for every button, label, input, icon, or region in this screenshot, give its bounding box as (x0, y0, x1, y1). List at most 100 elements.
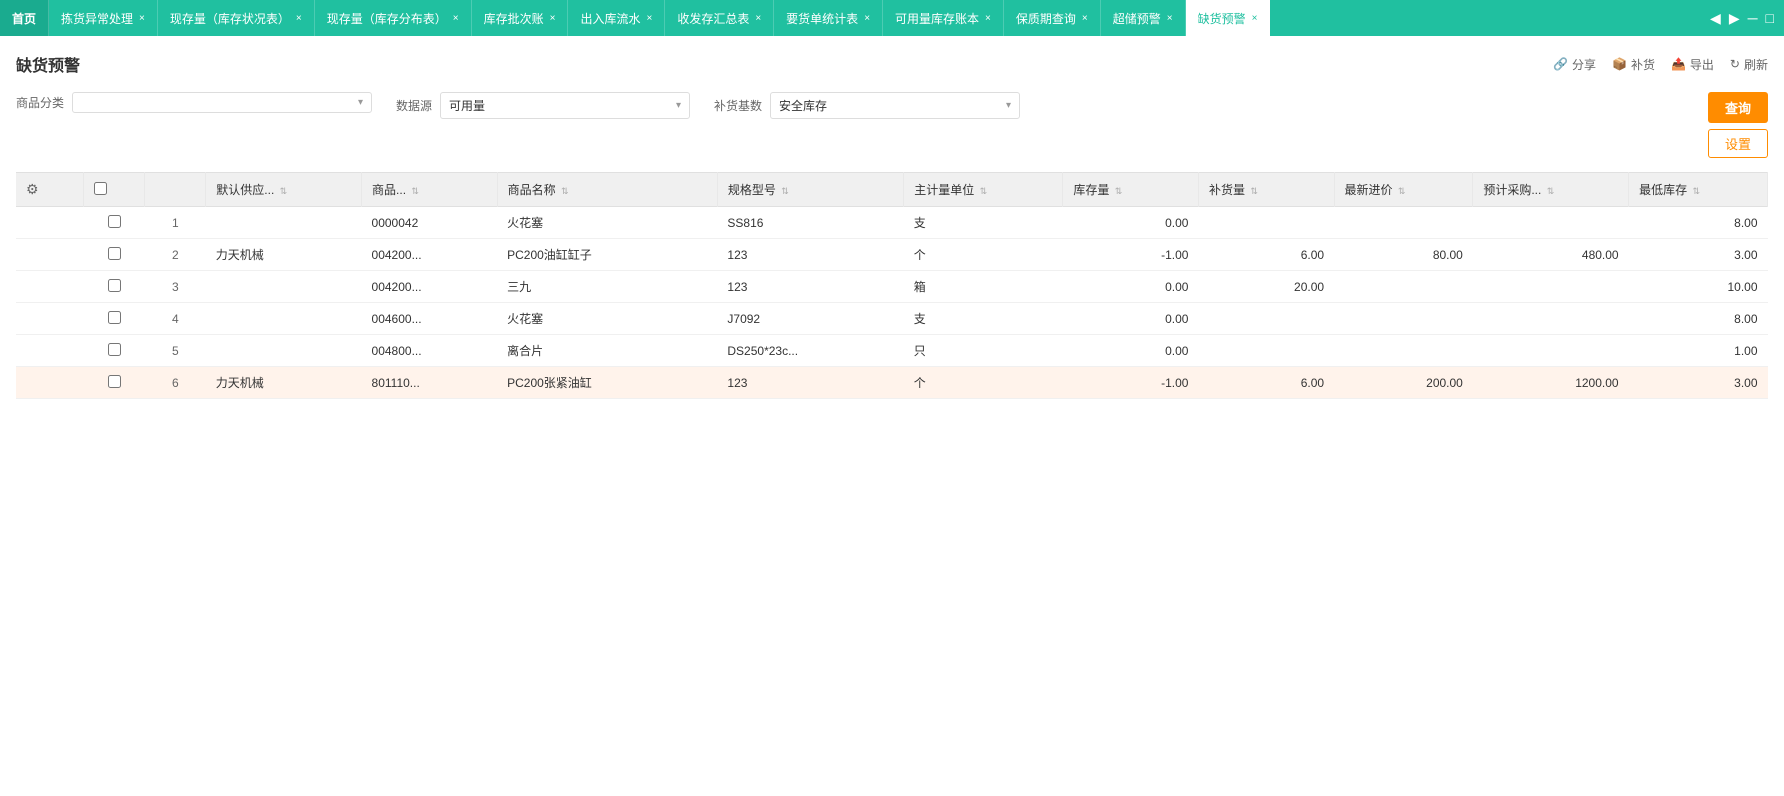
col-latest-price-sort-icon: ⇅ (1398, 186, 1406, 196)
tab-available-label: 可用量库存账本 (895, 10, 979, 27)
row-unit: 个 (904, 367, 1063, 399)
row-checkbox[interactable] (108, 311, 121, 324)
col-replenish[interactable]: 补货量 ⇅ (1198, 173, 1334, 207)
col-est-purchase[interactable]: 预计采购... ⇅ (1473, 173, 1629, 207)
tab-overstock[interactable]: 超储预警 × (1101, 0, 1186, 36)
tab-abnormal-close[interactable]: × (139, 13, 145, 24)
tab-prev-button[interactable]: ◀ (1706, 8, 1725, 29)
tab-minimize-button[interactable]: ─ (1744, 8, 1762, 28)
tab-stock1-label: 现存量（库存状况表） (170, 10, 290, 27)
page-header: 缺货预警 🔗 分享 📦 补货 📤 导出 ↻ 刷新 (16, 52, 1768, 76)
tab-collect-label: 收发存汇总表 (677, 10, 749, 27)
tab-stock1-close[interactable]: × (296, 13, 302, 24)
col-spec[interactable]: 规格型号 ⇅ (717, 173, 903, 207)
col-supplier-sort-icon: ⇅ (280, 186, 288, 196)
row-supplier (206, 271, 362, 303)
col-name[interactable]: 商品名称 ⇅ (497, 173, 717, 207)
tab-stock1[interactable]: 现存量（库存状况表） × (158, 0, 315, 36)
replenish-base-select[interactable]: 安全库存 ▾ (770, 92, 1020, 119)
table-row: 2 力天机械 004200... PC200油缸缸子 123 个 -1.00 6… (16, 239, 1768, 271)
row-checkbox-cell (84, 207, 145, 239)
tab-shortage[interactable]: 缺货预警 × (1186, 0, 1271, 36)
row-code: 004200... (362, 239, 498, 271)
table-row: 4 004600... 火花塞 J7092 支 0.00 8.00 (16, 303, 1768, 335)
tab-maximize-button[interactable]: □ (1762, 8, 1778, 28)
row-name: PC200张紧油缸 (497, 367, 717, 399)
category-select[interactable]: ▾ (72, 92, 372, 113)
share-label: 分享 (1572, 56, 1596, 73)
tab-stock2[interactable]: 现存量（库存分布表） × (315, 0, 472, 36)
row-checkbox[interactable] (108, 247, 121, 260)
row-name: PC200油缸缸子 (497, 239, 717, 271)
table-row: 6 力天机械 801110... PC200张紧油缸 123 个 -1.00 6… (16, 367, 1768, 399)
row-min-stock: 3.00 (1629, 239, 1768, 271)
row-checkbox[interactable] (108, 343, 121, 356)
tab-abnormal[interactable]: 拣货异常处理 × (49, 0, 158, 36)
row-checkbox[interactable] (108, 215, 121, 228)
col-supplier[interactable]: 默认供应... ⇅ (206, 173, 362, 207)
export-label: 导出 (1690, 56, 1714, 73)
share-button[interactable]: 🔗 分享 (1553, 56, 1596, 73)
tab-expiry-close[interactable]: × (1082, 13, 1088, 24)
row-replenish (1198, 303, 1334, 335)
row-stock: 0.00 (1063, 303, 1199, 335)
tab-stock2-close[interactable]: × (453, 13, 459, 24)
table-gear-icon[interactable]: ⚙ (26, 181, 39, 197)
row-checkbox[interactable] (108, 375, 121, 388)
tab-overstock-label: 超储预警 (1113, 10, 1161, 27)
row-gear-cell (16, 239, 84, 271)
col-latest-price[interactable]: 最新进价 ⇅ (1334, 173, 1473, 207)
row-min-stock: 1.00 (1629, 335, 1768, 367)
tab-overstock-close[interactable]: × (1167, 13, 1173, 24)
tab-bar: 首页 拣货异常处理 × 现存量（库存状况表） × 现存量（库存分布表） × 库存… (0, 0, 1784, 36)
refresh-button[interactable]: ↻ 刷新 (1730, 56, 1768, 73)
tab-inout[interactable]: 出入库流水 × (568, 0, 665, 36)
tab-inout-close[interactable]: × (646, 13, 652, 24)
row-supplier: 力天机械 (206, 239, 362, 271)
row-seq: 4 (145, 303, 206, 335)
tab-next-button[interactable]: ▶ (1725, 8, 1744, 29)
tab-shortage-close[interactable]: × (1252, 13, 1258, 24)
tab-available[interactable]: 可用量库存账本 × (883, 0, 1004, 36)
tab-demand[interactable]: 要货单统计表 × (774, 0, 883, 36)
row-supplier (206, 303, 362, 335)
col-est-purchase-label: 预计采购... (1483, 183, 1541, 197)
col-min-stock[interactable]: 最低库存 ⇅ (1629, 173, 1768, 207)
col-stock[interactable]: 库存量 ⇅ (1063, 173, 1199, 207)
main-content: 缺货预警 🔗 分享 📦 补货 📤 导出 ↻ 刷新 商品分类 (0, 36, 1784, 796)
tab-available-close[interactable]: × (985, 13, 991, 24)
row-stock: 0.00 (1063, 207, 1199, 239)
tab-home[interactable]: 首页 (0, 0, 49, 36)
row-checkbox-cell (84, 335, 145, 367)
datasource-label: 数据源 (396, 97, 432, 114)
tab-batch[interactable]: 库存批次账 × (472, 0, 569, 36)
select-all-checkbox[interactable] (94, 182, 107, 195)
replenish-button[interactable]: 📦 补货 (1612, 56, 1655, 73)
row-checkbox-cell (84, 271, 145, 303)
data-table: ⚙ 默认供应... ⇅ 商品... ⇅ 商品名称 ⇅ (16, 172, 1768, 399)
tab-collect[interactable]: 收发存汇总表 × (665, 0, 774, 36)
col-stock-label: 库存量 (1073, 183, 1109, 197)
row-min-stock: 8.00 (1629, 303, 1768, 335)
tab-expiry[interactable]: 保质期查询 × (1004, 0, 1101, 36)
col-min-stock-sort-icon: ⇅ (1692, 186, 1700, 196)
table-row: 1 0000042 火花塞 SS816 支 0.00 8.00 (16, 207, 1768, 239)
tab-batch-close[interactable]: × (550, 13, 556, 24)
row-checkbox-cell (84, 303, 145, 335)
settings-button[interactable]: 设置 (1708, 129, 1768, 158)
tab-demand-close[interactable]: × (864, 13, 870, 24)
query-button[interactable]: 查询 (1708, 92, 1768, 123)
row-min-stock: 8.00 (1629, 207, 1768, 239)
export-button[interactable]: 📤 导出 (1671, 56, 1714, 73)
col-spec-label: 规格型号 (728, 183, 776, 197)
col-unit[interactable]: 主计量单位 ⇅ (904, 173, 1063, 207)
row-checkbox[interactable] (108, 279, 121, 292)
tab-inout-label: 出入库流水 (580, 10, 640, 27)
tab-collect-close[interactable]: × (755, 13, 761, 24)
row-unit: 个 (904, 239, 1063, 271)
table-row: 3 004200... 三九 123 箱 0.00 20.00 10.00 (16, 271, 1768, 303)
col-est-purchase-sort-icon: ⇅ (1547, 186, 1555, 196)
col-code[interactable]: 商品... ⇅ (362, 173, 498, 207)
datasource-select[interactable]: 可用量 ▾ (440, 92, 690, 119)
datasource-chevron-icon: ▾ (676, 100, 681, 111)
